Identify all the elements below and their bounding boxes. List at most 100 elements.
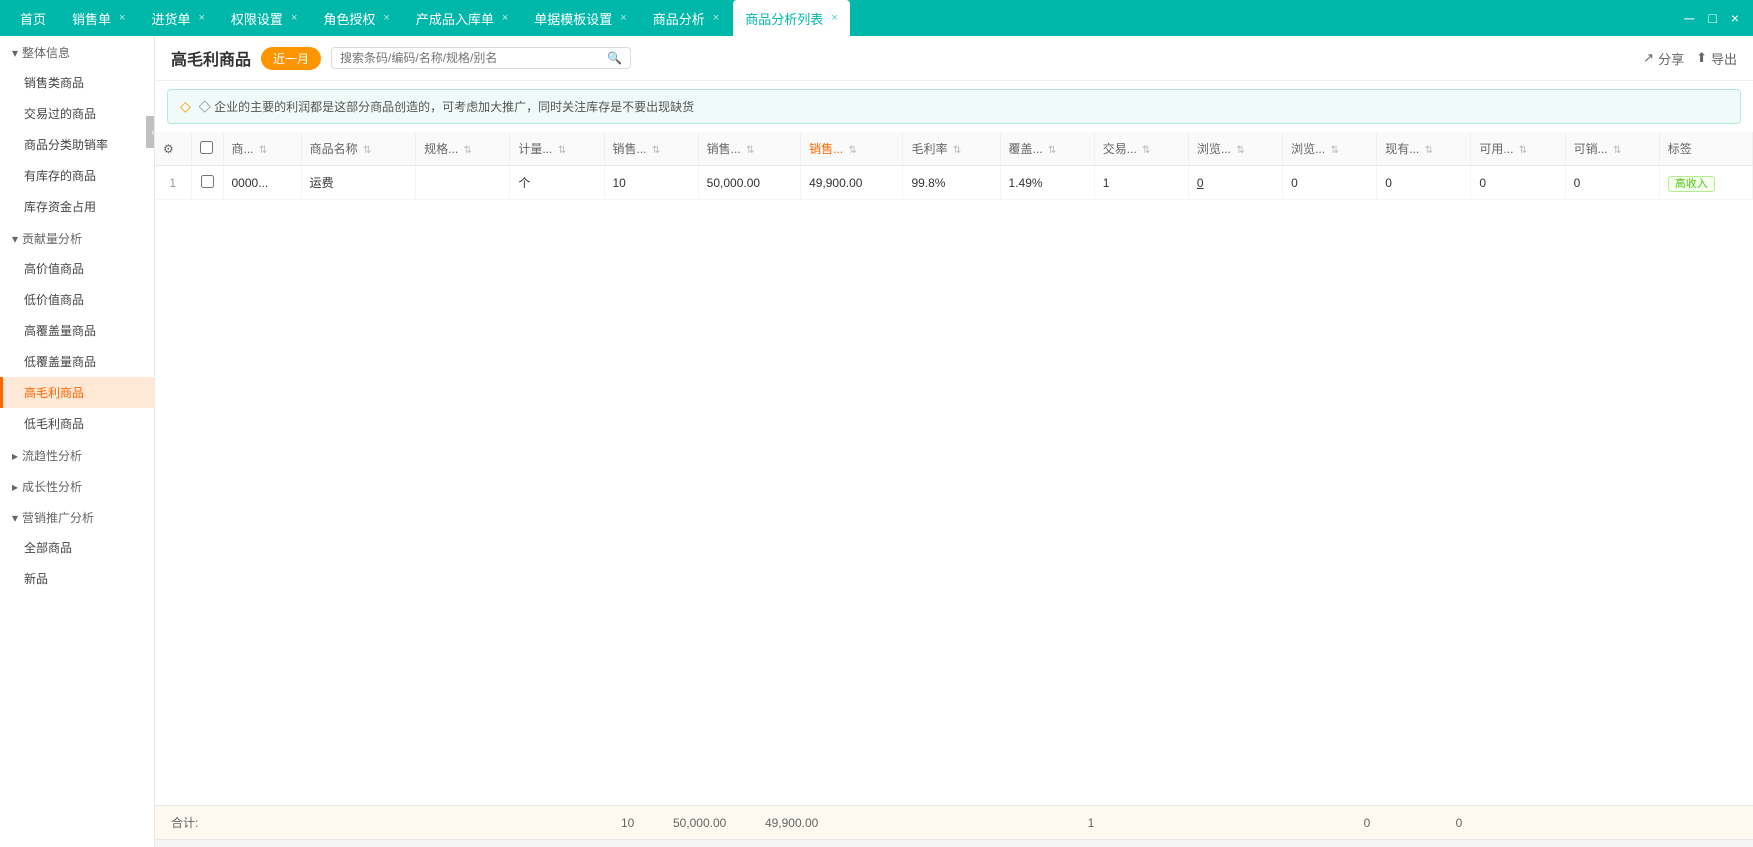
sidebar-item-new-goods[interactable]: 新品 — [0, 563, 154, 594]
sidebar-item-sales-goods[interactable]: 销售类商品 — [0, 67, 154, 98]
footer-sale-amount: 50,000.00 — [646, 816, 726, 830]
sort-icon-sale-amount: ⇅ — [746, 145, 754, 156]
nav-item-role[interactable]: 角色授权 × — [311, 0, 401, 36]
share-icon: ↗ — [1643, 50, 1654, 66]
sidebar-item-traded-goods[interactable]: 交易过的商品 — [0, 98, 154, 129]
sidebar-section-marketing[interactable]: ▾ 营销推广分析 — [0, 501, 154, 532]
col-current[interactable]: 现有... ⇅ — [1377, 132, 1471, 166]
col-view2[interactable]: 浏览... ⇅ — [1283, 132, 1377, 166]
nav-item-template[interactable]: 单据模板设置 × — [522, 0, 638, 36]
sidebar-section-overview[interactable]: ▾ 整体信息 — [0, 36, 154, 67]
footer-empty4 — [1198, 816, 1278, 830]
search-box: 🔍 — [331, 47, 631, 69]
sidebar-item-low-coverage[interactable]: 低覆盖量商品 — [0, 346, 154, 377]
row-checkbox[interactable] — [191, 166, 223, 200]
header-actions: ↗ 分享 ⬆ 导出 — [1643, 49, 1737, 68]
window-close-btn[interactable]: × — [1725, 10, 1745, 26]
chevron-right-icon-2: ▸ — [12, 480, 18, 494]
row-sale-amount: 50,000.00 — [698, 166, 800, 200]
nav-item-purchase[interactable]: 进货单 × — [139, 0, 216, 36]
col-view1[interactable]: 浏览... ⇅ — [1188, 132, 1282, 166]
settings-icon[interactable]: ⚙ — [163, 142, 174, 156]
sidebar-collapse-btn[interactable]: « — [146, 116, 155, 148]
sort-icon-name: ⇅ — [363, 145, 371, 156]
row-spec — [416, 166, 510, 200]
nav-item-analysis-list[interactable]: 商品分析列表 × — [733, 0, 849, 36]
search-input[interactable] — [340, 51, 603, 65]
nav-close-product-in[interactable]: × — [502, 12, 508, 24]
nav-close-template[interactable]: × — [620, 12, 626, 24]
sidebar-item-category-rate[interactable]: 商品分类助销率 — [0, 129, 154, 160]
nav-item-product-in[interactable]: 产成品入库单 × — [404, 0, 520, 36]
col-tag[interactable]: 标签 — [1659, 132, 1752, 166]
nav-close-analysis[interactable]: × — [713, 12, 719, 24]
export-icon: ⬆ — [1696, 50, 1707, 66]
sidebar-section-contribution[interactable]: ▾ 贡献量分析 — [0, 222, 154, 253]
sidebar-item-all-goods[interactable]: 全部商品 — [0, 532, 154, 563]
col-trade[interactable]: 交易... ⇅ — [1094, 132, 1188, 166]
col-sale-qty[interactable]: 销售... ⇅ — [604, 132, 698, 166]
filter-btn-month[interactable]: 近一月 — [261, 47, 321, 70]
col-checkbox[interactable] — [191, 132, 223, 166]
footer-empty3 — [1106, 816, 1186, 830]
nav-close-role[interactable]: × — [383, 12, 389, 24]
footer-empty1 — [830, 816, 910, 830]
h-scrollbar[interactable] — [155, 839, 1753, 847]
col-unit[interactable]: 计量... ⇅ — [510, 132, 604, 166]
nav-item-permission[interactable]: 权限设置 × — [219, 0, 309, 36]
col-sale-cost[interactable]: 销售... ⇅ — [801, 132, 903, 166]
sort-icon-coverage: ⇅ — [1048, 145, 1056, 156]
window-minimize-btn[interactable]: ─ — [1678, 10, 1700, 26]
nav-close-analysis-list[interactable]: × — [831, 12, 837, 24]
row-code: 0000... — [223, 166, 301, 200]
col-coverage[interactable]: 覆盖... ⇅ — [1000, 132, 1094, 166]
row-view1[interactable]: 0 — [1188, 166, 1282, 200]
footer-available: 0 — [1382, 816, 1462, 830]
nav-item-analysis[interactable]: 商品分析 × — [641, 0, 731, 36]
row-tag: 高收入 — [1659, 166, 1752, 200]
sidebar-section-trend[interactable]: ▸ 流趋性分析 — [0, 439, 154, 470]
tag-high-income: 高收入 — [1668, 176, 1715, 192]
col-settings[interactable]: ⚙ — [155, 132, 191, 166]
export-btn[interactable]: ⬆ 导出 — [1696, 49, 1737, 68]
footer-trade: 1 — [1014, 816, 1094, 830]
share-btn[interactable]: ↗ 分享 — [1643, 49, 1684, 68]
search-icon[interactable]: 🔍 — [607, 51, 622, 65]
sidebar-item-stock-capital[interactable]: 库存资金占用 — [0, 191, 154, 222]
content-area: 高毛利商品 近一月 🔍 ↗ 分享 ⬆ 导出 ◇ ◇ 企业的主要的利润都是这部分商… — [155, 36, 1753, 847]
footer-current: 0 — [1290, 816, 1370, 830]
sidebar-item-in-stock[interactable]: 有库存的商品 — [0, 160, 154, 191]
row-select-checkbox[interactable] — [201, 175, 214, 188]
sidebar-item-high-margin[interactable]: 高毛利商品 — [0, 377, 154, 408]
row-sale-qty: 10 — [604, 166, 698, 200]
row-available: 0 — [1471, 166, 1565, 200]
nav-close-permission[interactable]: × — [291, 12, 297, 24]
sidebar-item-high-coverage[interactable]: 高覆盖量商品 — [0, 315, 154, 346]
content-header: 高毛利商品 近一月 🔍 ↗ 分享 ⬆ 导出 — [155, 36, 1753, 81]
nav-close-sales[interactable]: × — [119, 12, 125, 24]
sort-icon-trade: ⇅ — [1142, 145, 1150, 156]
col-code[interactable]: 商... ⇅ — [223, 132, 301, 166]
col-name[interactable]: 商品名称 ⇅ — [301, 132, 416, 166]
sidebar-item-low-value[interactable]: 低价值商品 — [0, 284, 154, 315]
col-sellable[interactable]: 可销... ⇅ — [1565, 132, 1659, 166]
window-maximize-btn[interactable]: □ — [1702, 10, 1722, 26]
sidebar-section-growth[interactable]: ▸ 成长性分析 — [0, 470, 154, 501]
row-margin-rate: 99.8% — [903, 166, 1000, 200]
select-all-checkbox[interactable] — [200, 141, 213, 154]
sort-icon-available: ⇅ — [1519, 145, 1527, 156]
col-sale-amount[interactable]: 销售... ⇅ — [698, 132, 800, 166]
nav-close-purchase[interactable]: × — [198, 12, 204, 24]
row-sellable: 0 — [1565, 166, 1659, 200]
nav-item-sales[interactable]: 销售单 × — [60, 0, 137, 36]
sidebar-item-low-margin[interactable]: 低毛利商品 — [0, 408, 154, 439]
col-available[interactable]: 可用... ⇅ — [1471, 132, 1565, 166]
sidebar: « ▾ 整体信息 销售类商品 交易过的商品 商品分类助销率 有库存的商品 库存资… — [0, 36, 155, 847]
table-container[interactable]: ⚙ 商... ⇅ 商品名称 ⇅ — [155, 132, 1753, 805]
sidebar-item-high-value[interactable]: 高价值商品 — [0, 253, 154, 284]
col-spec[interactable]: 规格... ⇅ — [416, 132, 510, 166]
table-row: 1 0000... 运费 个 10 50,000.00 49,900.00 99… — [155, 166, 1753, 200]
col-margin-rate[interactable]: 毛利率 ⇅ — [903, 132, 1000, 166]
top-nav: 首页 销售单 × 进货单 × 权限设置 × 角色授权 × 产成品入库单 × 单据… — [0, 0, 1753, 36]
nav-item-home[interactable]: 首页 — [8, 0, 58, 36]
